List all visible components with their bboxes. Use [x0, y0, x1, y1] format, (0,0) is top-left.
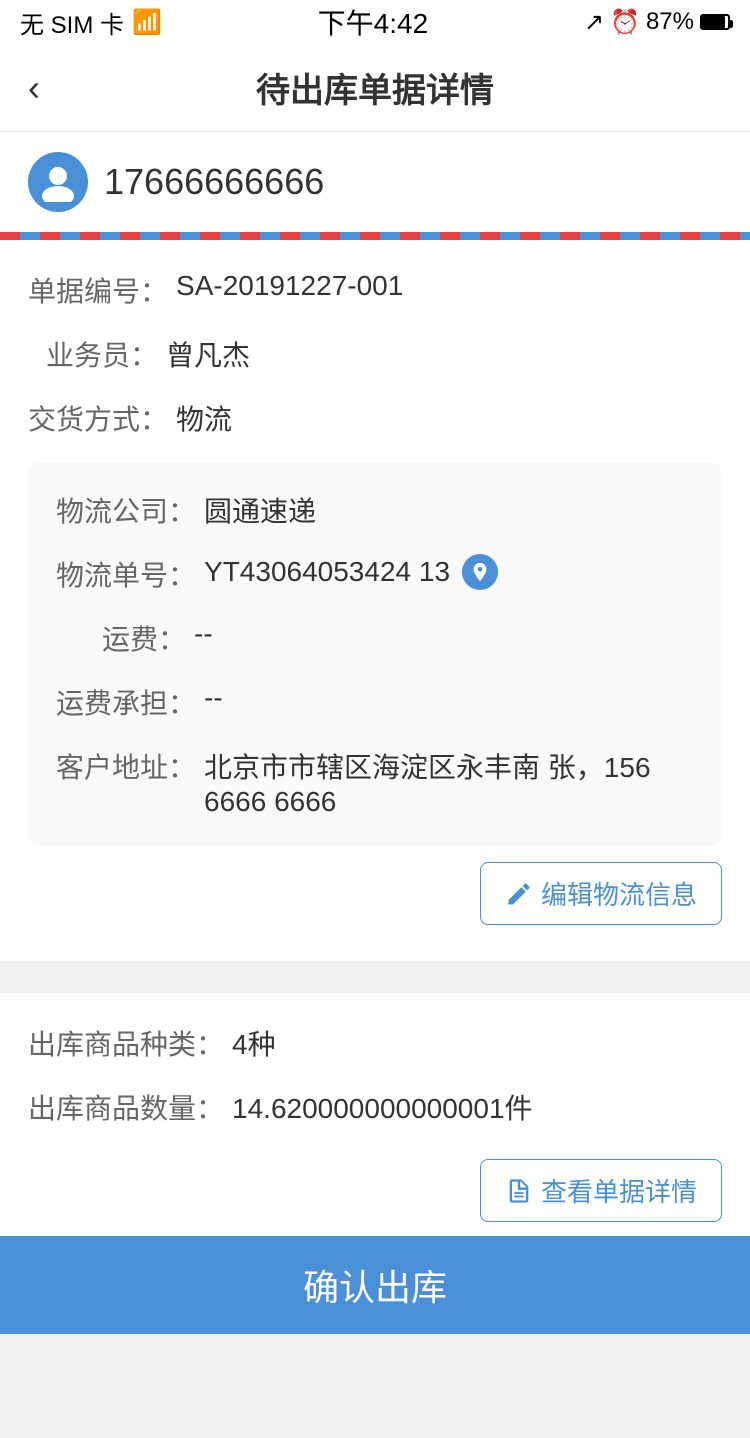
- track-location-button[interactable]: [462, 554, 498, 590]
- view-details-button[interactable]: 查看单据详情: [480, 1159, 722, 1222]
- logistics-company-label: 物流公司：: [56, 490, 196, 530]
- page-title: 待出库单据详情: [256, 63, 494, 112]
- customer-section: 17666666666: [0, 132, 750, 232]
- logistics-freight-bearer-row: 运费承担： --: [56, 682, 694, 722]
- goods-types-value: 4种: [232, 1023, 276, 1063]
- status-bar: 无 SIM 卡 📶 下午4:42 ↗ ⏰ 87%: [0, 0, 750, 44]
- logistics-address-label: 客户地址：: [56, 746, 196, 786]
- delivery-method-row: 交货方式： 物流: [28, 398, 722, 438]
- customer-phone: 17666666666: [104, 161, 324, 203]
- salesman-value: 曾凡杰: [166, 334, 722, 374]
- logistics-address-row: 客户地址： 北京市市辖区海淀区永丰南 张，156 6666 6666: [56, 746, 694, 818]
- logistics-address-value: 北京市市辖区海淀区永丰南 张，156 6666 6666: [204, 746, 694, 818]
- confirm-button-bar[interactable]: 确认出库: [0, 1236, 750, 1334]
- logistics-freight-bearer-label: 运费承担：: [56, 682, 196, 722]
- document-icon: [505, 1177, 533, 1205]
- goods-types-row: 出库商品种类： 4种: [28, 1023, 722, 1063]
- logistics-freight-bearer-value: --: [204, 682, 694, 714]
- map-pin-icon: [469, 561, 491, 583]
- alarm-icon: ⏰: [610, 8, 640, 37]
- battery-icon: [700, 14, 730, 30]
- document-number-row: 单据编号： SA-20191227-001: [28, 270, 722, 310]
- logistics-tracking-label: 物流单号：: [56, 554, 196, 594]
- dashed-divider: [0, 232, 750, 240]
- goods-quantity-label: 出库商品数量：: [28, 1087, 224, 1127]
- edit-logistics-button[interactable]: 编辑物流信息: [480, 862, 722, 925]
- status-left: 无 SIM 卡 📶: [20, 5, 162, 40]
- logistics-company-row: 物流公司： 圆通速递: [56, 490, 694, 530]
- user-icon: [38, 162, 78, 202]
- sim-text: 无 SIM 卡: [20, 5, 124, 40]
- nav-bar: ‹ 待出库单据详情: [0, 44, 750, 132]
- goods-types-label: 出库商品种类：: [28, 1023, 224, 1063]
- confirm-button-label: 确认出库: [303, 1259, 447, 1311]
- goods-quantity-row: 出库商品数量： 14.620000000000001件: [28, 1087, 722, 1127]
- logistics-freight-row: 运费： --: [56, 618, 694, 658]
- edit-logistics-label: 编辑物流信息: [541, 875, 697, 912]
- back-button[interactable]: ‹: [28, 67, 40, 109]
- document-number-label: 单据编号：: [28, 270, 168, 310]
- document-number-value: SA-20191227-001: [176, 270, 722, 302]
- logistics-freight-label: 运费：: [56, 618, 186, 658]
- salesman-row: 业务员： 曾凡杰: [28, 334, 722, 374]
- logistics-card: 物流公司： 圆通速递 物流单号： YT43064053424 13 运费：: [28, 462, 722, 846]
- wifi-icon: 📶: [132, 8, 162, 37]
- logistics-company-value: 圆通速递: [204, 490, 694, 530]
- customer-avatar: [28, 152, 88, 212]
- view-btn-row: 查看单据详情: [28, 1151, 722, 1238]
- delivery-method-value: 物流: [176, 398, 722, 438]
- goods-quantity-value: 14.620000000000001件: [232, 1087, 533, 1127]
- salesman-label: 业务员：: [28, 334, 158, 374]
- order-info-section: 单据编号： SA-20191227-001 业务员： 曾凡杰 交货方式： 物流 …: [0, 240, 750, 961]
- logistics-tracking-value: YT43064053424 13: [204, 554, 694, 590]
- delivery-method-label: 交货方式：: [28, 398, 168, 438]
- status-time: 下午4:42: [318, 2, 429, 42]
- logistics-freight-value: --: [194, 618, 694, 650]
- goods-section: 出库商品种类： 4种 出库商品数量： 14.620000000000001件 查…: [0, 993, 750, 1258]
- edit-icon: [505, 880, 533, 908]
- logistics-tracking-row: 物流单号： YT43064053424 13: [56, 554, 694, 594]
- edit-btn-row: 编辑物流信息: [28, 862, 722, 941]
- location-status-icon: ↗: [584, 8, 604, 37]
- view-details-label: 查看单据详情: [541, 1172, 697, 1209]
- status-right: ↗ ⏰ 87%: [584, 8, 730, 37]
- battery-percent: 87%: [646, 8, 694, 36]
- section-divider-1: [0, 977, 750, 993]
